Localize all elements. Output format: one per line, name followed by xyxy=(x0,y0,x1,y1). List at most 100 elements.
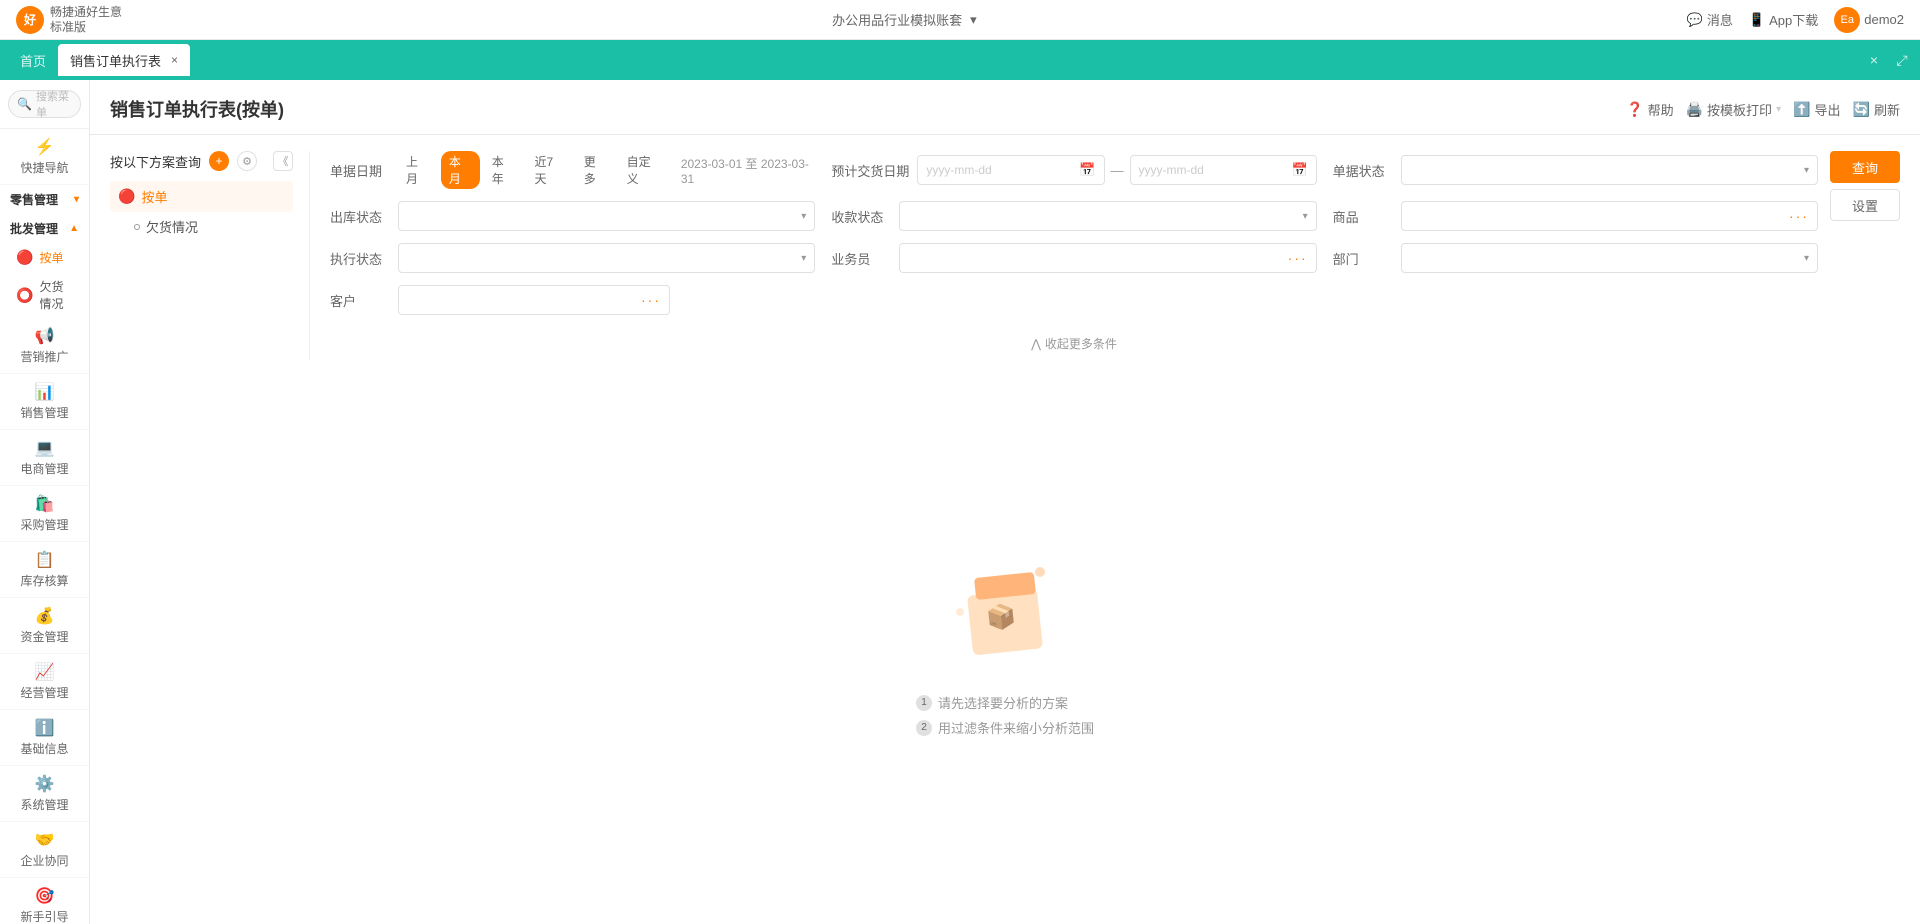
expected-date-start-input[interactable]: yyyy-mm-dd 📅 xyxy=(917,155,1104,185)
filter-conditions: 单据日期 上月 本月 本年 近7天 更多 自定义 2023-03-01 至 20… xyxy=(310,151,1900,360)
tab-close-icon[interactable]: × xyxy=(171,53,178,67)
action-buttons: 查询 设置 xyxy=(1830,151,1900,221)
message-button[interactable]: 💬 消息 xyxy=(1687,10,1733,29)
sidebar-item-sales[interactable]: 📊 销售管理 xyxy=(0,374,89,430)
search-input[interactable]: 🔍 搜索菜单 xyxy=(8,90,81,118)
sidebar-item-purchase[interactable]: 🛍️ 采购管理 xyxy=(0,486,89,542)
sidebar-item-system[interactable]: ⚙️ 系统管理 xyxy=(0,766,89,822)
filter-group-doc-status: 单据状态 ▾ xyxy=(1333,155,1818,185)
date-tab-this-month[interactable]: 本月 xyxy=(441,151,480,189)
sidebar-item-retail[interactable]: 零售管理 ▾ xyxy=(0,185,89,214)
refresh-button[interactable]: 🔄 刷新 xyxy=(1853,100,1900,119)
help-icon: ❓ xyxy=(1626,101,1643,118)
date-tab-more[interactable]: 更多 xyxy=(576,151,615,189)
onboarding-icon: 🎯 xyxy=(35,886,55,906)
tab-sales-order[interactable]: 销售订单执行表 × xyxy=(58,44,190,76)
exec-status-dropdown[interactable]: ▾ xyxy=(398,243,815,273)
filter-group-payment-status: 收款状态 ▾ xyxy=(831,201,1316,231)
sidebar-sub-item-debt[interactable]: ⭕ 欠货情况 xyxy=(0,272,89,318)
page-actions: ❓ 帮助 🖨️ 按模板打印 ▾ ⬆️ 导出 🔄 刷新 xyxy=(1626,100,1900,119)
doc-status-dropdown[interactable]: ▾ xyxy=(1401,155,1818,185)
plan-sub-item-debt[interactable]: 欠货情况 xyxy=(110,212,293,241)
collapse-plan-button[interactable]: 《 xyxy=(273,151,293,171)
department-dropdown[interactable]: ▾ xyxy=(1401,243,1818,273)
salesman-input[interactable]: ··· xyxy=(899,243,1316,273)
filter-group-date: 单据日期 上月 本月 本年 近7天 更多 自定义 2023-03-01 至 20… xyxy=(330,151,815,189)
message-icon: 💬 xyxy=(1687,12,1703,28)
quick-nav-icon: ⚡ xyxy=(35,137,55,157)
search-button[interactable]: 查询 xyxy=(1830,151,1900,183)
inventory-icon: 📋 xyxy=(35,550,55,570)
payment-status-label: 收款状态 xyxy=(831,207,891,226)
expected-date-end-input[interactable]: yyyy-mm-dd 📅 xyxy=(1130,155,1317,185)
filter-plan-header: 按以下方案查询 + ⚙ 《 xyxy=(110,151,293,171)
top-bar: 好 畅捷通好生意 标准版 办公用品行业模拟账套 ▾ 💬 消息 📱 App下载 E… xyxy=(0,0,1920,40)
calendar-end-icon: 📅 xyxy=(1291,162,1307,178)
basic-icon: ℹ️ xyxy=(35,718,55,738)
chevron-down-icon: ▾ xyxy=(801,253,806,264)
delivery-status-dropdown[interactable]: ▾ xyxy=(398,201,815,231)
sidebar-item-marketing[interactable]: 📢 营销推广 xyxy=(0,318,89,374)
sidebar-item-onboarding[interactable]: 🎯 新手引导 xyxy=(0,878,89,924)
filter-row-3: 执行状态 ▾ 业务员 ··· xyxy=(330,243,1818,273)
content-body: 📦 1 请先选择要分析的方案 2 用过滤条件来缩小分析范围 xyxy=(90,376,1920,924)
sidebar-item-operation[interactable]: 📈 经营管理 xyxy=(0,654,89,710)
exec-status-label: 执行状态 xyxy=(330,249,390,268)
export-button[interactable]: ⬆️ 导出 xyxy=(1793,100,1840,119)
avatar: Ea xyxy=(1834,7,1860,33)
chevron-down-icon: ▾ xyxy=(1303,211,1308,222)
print-button[interactable]: 🖨️ 按模板打印 ▾ xyxy=(1686,100,1781,119)
plan-item-order[interactable]: 🔴 按单 xyxy=(110,181,293,212)
refresh-icon: 🔄 xyxy=(1853,101,1870,118)
customer-input[interactable]: ··· xyxy=(398,285,670,315)
add-plan-button[interactable]: + xyxy=(209,151,229,171)
page-title: 销售订单执行表(按单) xyxy=(110,96,284,122)
date-tab-custom[interactable]: 自定义 xyxy=(619,151,669,189)
purchase-icon: 🛍️ xyxy=(35,494,55,514)
collapse-icon: ⋀ xyxy=(1031,337,1041,351)
print-icon: 🖨️ xyxy=(1686,101,1703,118)
sidebar-sub-item-order[interactable]: 🔴 按单 xyxy=(0,243,89,272)
expand-window-button[interactable]: ⤢ xyxy=(1892,50,1912,70)
date-range-text: 2023-03-01 至 2023-03-31 xyxy=(681,155,816,186)
chevron-down-icon: ▾ xyxy=(801,211,806,222)
user-menu-button[interactable]: Ea demo2 xyxy=(1834,7,1904,33)
filter-group-exec-status: 执行状态 ▾ xyxy=(330,243,815,273)
marketing-icon: 📢 xyxy=(35,326,55,346)
expected-date-inputs: yyyy-mm-dd 📅 — yyyy-mm-dd 📅 xyxy=(917,155,1316,185)
app-download-button[interactable]: 📱 App下载 xyxy=(1749,10,1818,29)
delivery-status-label: 出库状态 xyxy=(330,207,390,226)
chevron-up-icon: ▲ xyxy=(69,223,79,234)
top-bar-center[interactable]: 办公用品行业模拟账套 ▾ xyxy=(832,10,977,29)
sidebar-item-enterprise[interactable]: 🤝 企业协同 xyxy=(0,822,89,878)
calendar-start-icon: 📅 xyxy=(1079,162,1095,178)
sidebar-item-quick-nav[interactable]: ⚡ 快捷导航 xyxy=(0,129,89,185)
hint-num-1: 1 xyxy=(916,695,932,711)
customer-dots-icon: ··· xyxy=(641,292,661,308)
payment-status-dropdown[interactable]: ▾ xyxy=(899,201,1316,231)
help-button[interactable]: ❓ 帮助 xyxy=(1626,100,1673,119)
sidebar-item-basic[interactable]: ℹ️ 基础信息 xyxy=(0,710,89,766)
plan-settings-button[interactable]: ⚙ xyxy=(237,151,257,171)
date-tabs: 上月 本月 本年 近7天 更多 自定义 2023-03-01 至 2023-03… xyxy=(398,151,815,189)
date-label: 单据日期 xyxy=(330,161,390,180)
sidebar-item-ecommerce[interactable]: 💻 电商管理 xyxy=(0,430,89,486)
tab-home[interactable]: 首页 xyxy=(8,44,58,76)
close-window-button[interactable]: × xyxy=(1864,50,1884,70)
collapse-more-button[interactable]: ⋀ 收起更多条件 xyxy=(330,327,1818,360)
sidebar-item-wholesale[interactable]: 批发管理 ▲ xyxy=(0,214,89,243)
logo-text: 畅捷通好生意 标准版 xyxy=(50,5,122,34)
enterprise-icon: 🤝 xyxy=(35,830,55,850)
filter-settings-button[interactable]: 设置 xyxy=(1830,189,1900,221)
date-tab-this-year[interactable]: 本年 xyxy=(484,151,523,189)
sidebar-item-finance[interactable]: 💰 资金管理 xyxy=(0,598,89,654)
sidebar-item-inventory[interactable]: 📋 库存核算 xyxy=(0,542,89,598)
filter-row-4: 客户 ··· xyxy=(330,285,1818,315)
filter-group-department: 部门 ▾ xyxy=(1333,243,1818,273)
date-tab-last-month[interactable]: 上月 xyxy=(398,151,437,189)
chevron-down-icon[interactable]: ▾ xyxy=(970,12,977,28)
salesman-label: 业务员 xyxy=(831,249,891,268)
date-tab-7days[interactable]: 近7天 xyxy=(527,151,572,189)
goods-input[interactable]: ··· xyxy=(1401,201,1818,231)
customer-label: 客户 xyxy=(330,291,390,310)
